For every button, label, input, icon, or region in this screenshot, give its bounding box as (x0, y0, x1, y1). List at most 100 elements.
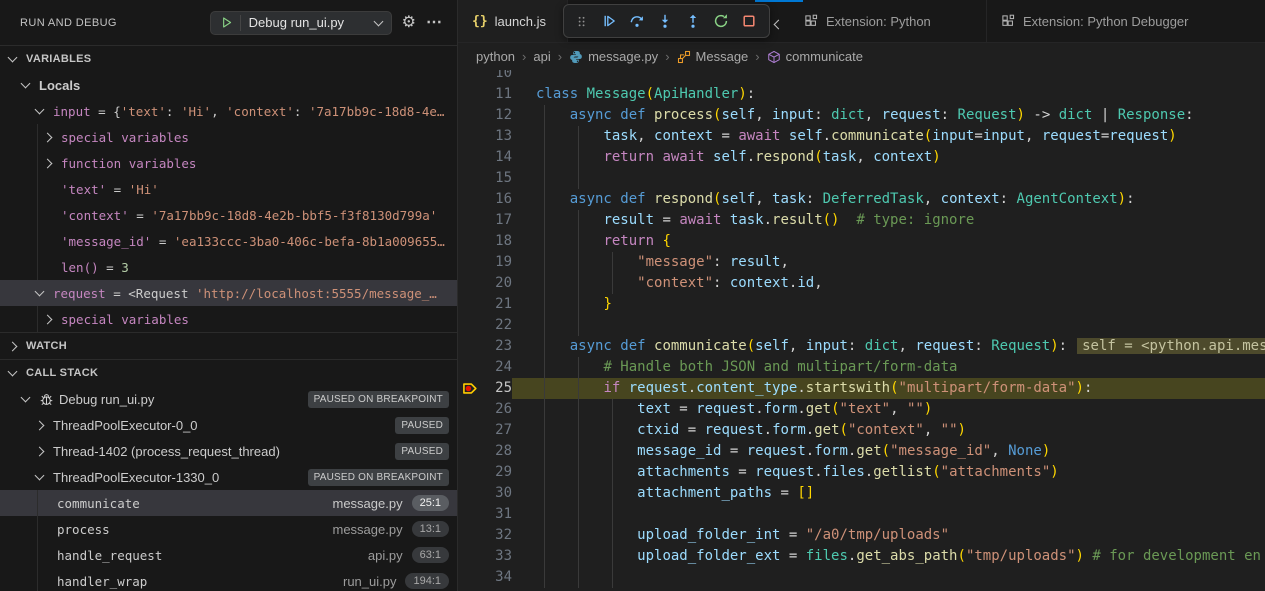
gutter-breakpoint-area[interactable] (458, 84, 482, 105)
scope-row[interactable]: Locals (0, 72, 457, 98)
line-number[interactable]: 33 (482, 546, 512, 567)
gutter-breakpoint-area[interactable] (458, 504, 482, 525)
line-number[interactable]: 20 (482, 273, 512, 294)
line-number[interactable]: 28 (482, 441, 512, 462)
frame-row[interactable]: handle_request api.py 63:1 (0, 542, 457, 568)
code-line-12[interactable]: 12 async def process(self, input: dict, … (458, 105, 1265, 126)
var-row[interactable]: function variables (0, 150, 457, 176)
gutter-breakpoint-area[interactable] (458, 273, 482, 294)
code-line-17[interactable]: 17 result = await task.result() # type: … (458, 210, 1265, 231)
tab-scroll-left-button[interactable] (773, 15, 784, 33)
line-number[interactable]: 15 (482, 168, 512, 189)
var-row[interactable]: 'text' = 'Hi' (0, 176, 457, 202)
code-editor[interactable]: 10 11 class Message(ApiHandler): 12 async d… (458, 70, 1265, 591)
tab-extension-2[interactable]: Extension: Python Debugger (987, 0, 1265, 42)
line-number[interactable]: 32 (482, 525, 512, 546)
line-number[interactable]: 22 (482, 315, 512, 336)
gutter-breakpoint-area[interactable] (458, 441, 482, 462)
code-line-16[interactable]: 16 async def respond(self, task: Deferre… (458, 189, 1265, 210)
gutter-breakpoint-area[interactable] (458, 252, 482, 273)
gutter-breakpoint-area[interactable] (458, 462, 482, 483)
line-number[interactable]: 14 (482, 147, 512, 168)
line-number[interactable]: 23 (482, 336, 512, 357)
gutter-breakpoint-area[interactable] (458, 357, 482, 378)
var-row[interactable]: 'context' = '7a17bb9c-18d8-4e2b-bbf5-f3f… (0, 202, 457, 228)
chevron-down-icon[interactable] (34, 286, 53, 297)
gutter-breakpoint-area[interactable] (458, 525, 482, 546)
chevron-down-icon[interactable] (20, 392, 39, 403)
line-number[interactable]: 34 (482, 567, 512, 588)
gutter-breakpoint-area[interactable] (458, 210, 482, 231)
gutter-breakpoint-area[interactable] (458, 105, 482, 126)
session-row[interactable]: Debug run_ui.py PAUSED ON BREAKPOINT (0, 386, 457, 412)
chevron-right-icon[interactable] (7, 341, 26, 351)
gutter-breakpoint-area[interactable] (458, 420, 482, 441)
pane-header-watch[interactable]: WATCH (0, 332, 457, 359)
gutter-breakpoint-area[interactable] (458, 483, 482, 504)
gutter-breakpoint-area[interactable] (458, 567, 482, 588)
chevron-right-icon[interactable] (42, 132, 61, 142)
frame-row[interactable]: process message.py 13:1 (0, 516, 457, 542)
debug-config-dropdown[interactable]: Debug run_ui.py (209, 10, 392, 35)
breadcrumb-item-api[interactable]: api (533, 49, 550, 64)
gutter-breakpoint-area[interactable] (458, 294, 482, 315)
tab-launch-js[interactable]: {} launch.js (458, 0, 568, 42)
line-number[interactable]: 13 (482, 126, 512, 147)
line-number[interactable]: 11 (482, 84, 512, 105)
chevron-down-icon[interactable] (7, 366, 26, 377)
code-line-20[interactable]: 20 "context": context.id, (458, 273, 1265, 294)
code-line-10[interactable]: 10 (458, 70, 1265, 84)
code-line-13[interactable]: 13 task, context = await self.communicat… (458, 126, 1265, 147)
chevron-right-icon[interactable] (34, 420, 53, 430)
gutter-breakpoint-area[interactable] (458, 70, 482, 84)
line-number[interactable]: 31 (482, 504, 512, 525)
stop-button[interactable] (735, 7, 763, 35)
pane-header-variables[interactable]: VARIABLES (0, 45, 457, 72)
breadcrumb-item-message-py[interactable]: message.py (569, 49, 658, 64)
code-line-23[interactable]: 23 async def communicate(self, input: di… (458, 336, 1265, 357)
code-line-34[interactable]: 34 (458, 567, 1265, 588)
thread-row[interactable]: ThreadPoolExecutor-0_0 PAUSED (0, 412, 457, 438)
drag-handle[interactable] (567, 7, 595, 35)
gutter-breakpoint-area[interactable] (458, 168, 482, 189)
code-line-19[interactable]: 19 "message": result, (458, 252, 1265, 273)
var-row[interactable]: 'message_id' = 'ea133ccc-3ba0-406c-befa-… (0, 228, 457, 254)
chevron-down-icon[interactable] (34, 470, 53, 481)
chevron-down-icon[interactable] (20, 78, 39, 89)
continue-button[interactable] (595, 7, 623, 35)
code-line-28[interactable]: 28 message_id = request.form.get("messag… (458, 441, 1265, 462)
gutter-breakpoint-area[interactable] (458, 315, 482, 336)
chevron-right-icon[interactable] (42, 158, 61, 168)
step-over-button[interactable] (623, 7, 651, 35)
thread-row[interactable]: ThreadPoolExecutor-1330_0 PAUSED ON BREAK… (0, 464, 457, 490)
line-number[interactable]: 27 (482, 420, 512, 441)
code-line-26[interactable]: 26 text = request.form.get("text", "") (458, 399, 1265, 420)
line-number[interactable]: 29 (482, 462, 512, 483)
step-out-button[interactable] (679, 7, 707, 35)
gutter-breakpoint-area[interactable] (458, 189, 482, 210)
frame-row[interactable]: communicate message.py 25:1 (0, 490, 457, 516)
code-line-21[interactable]: 21 } (458, 294, 1265, 315)
pane-header-callstack[interactable]: CALL STACK (0, 359, 457, 386)
code-line-15[interactable]: 15 (458, 168, 1265, 189)
line-number[interactable]: 24 (482, 357, 512, 378)
breadcrumb-item-message[interactable]: Message (677, 49, 748, 64)
gear-icon[interactable]: ⚙ (402, 14, 416, 31)
gutter-breakpoint-area[interactable] (458, 399, 482, 420)
code-line-22[interactable]: 22 (458, 315, 1265, 336)
line-number[interactable]: 19 (482, 252, 512, 273)
line-number[interactable]: 21 (482, 294, 512, 315)
chevron-down-icon[interactable] (7, 52, 26, 63)
start-debug-button[interactable] (220, 14, 241, 31)
code-line-33[interactable]: 33 upload_folder_ext = files.get_abs_pat… (458, 546, 1265, 567)
code-line-29[interactable]: 29 attachments = request.files.getlist("… (458, 462, 1265, 483)
code-line-31[interactable]: 31 (458, 504, 1265, 525)
gutter-breakpoint-area[interactable] (458, 231, 482, 252)
chevron-right-icon[interactable] (42, 314, 61, 324)
breakpoint-hit-icon[interactable] (458, 378, 482, 399)
var-row[interactable]: special variables (0, 306, 457, 332)
code-line-24[interactable]: 24 # Handle both JSON and multipart/form… (458, 357, 1265, 378)
line-number[interactable]: 25 (482, 378, 512, 399)
breadcrumb-item-python[interactable]: python (476, 49, 515, 64)
var-row[interactable]: request = <Request 'http://localhost:555… (0, 280, 457, 306)
